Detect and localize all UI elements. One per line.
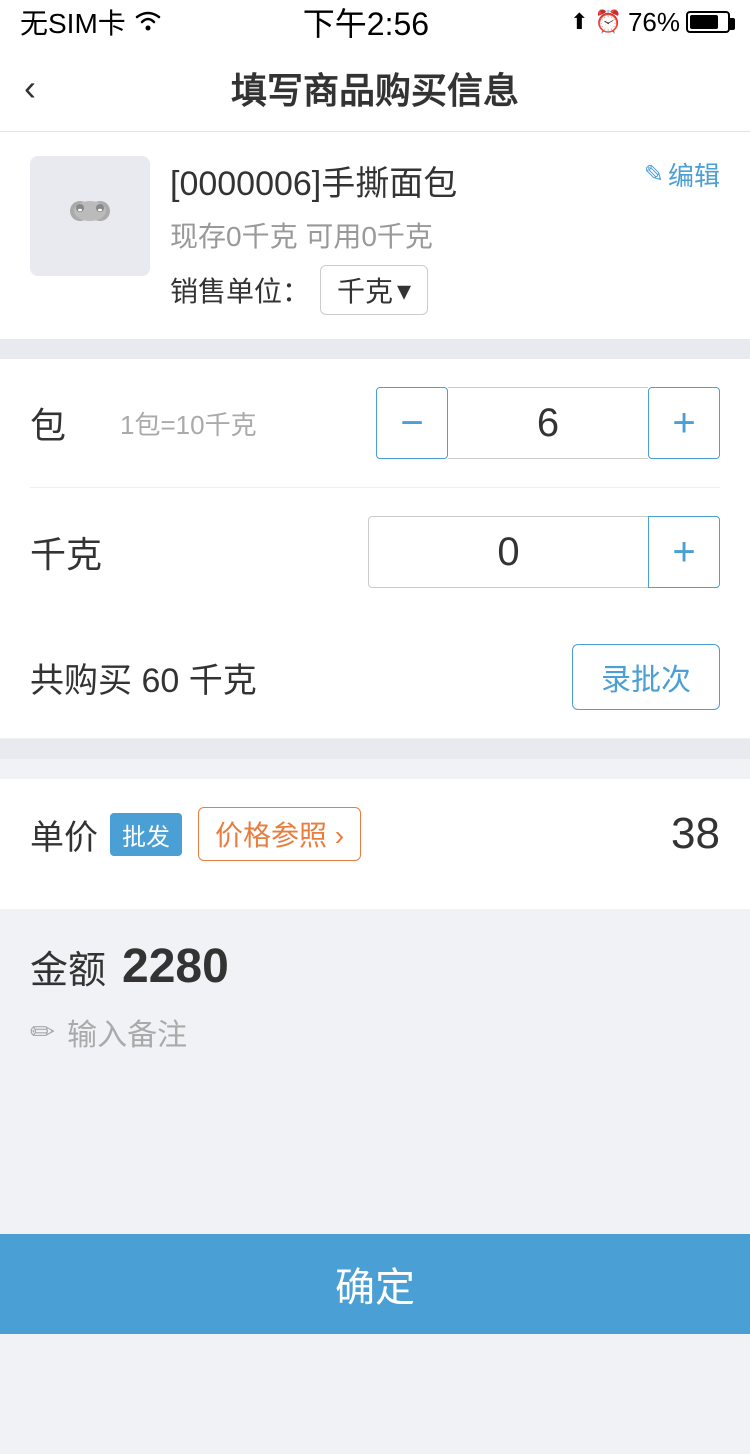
package-controls: − + (376, 387, 720, 459)
status-indicators: ⬆ ⏰ 76% (570, 7, 730, 38)
amount-section: 金额 2280 ✏ 输入备注 (0, 909, 750, 1054)
kilogram-row: 千克 + (30, 488, 720, 616)
amount-label: 金额 (30, 939, 106, 994)
status-carrier: 无SIM卡 (20, 2, 162, 42)
back-button[interactable]: ‹ (24, 67, 36, 109)
product-name: [0000006]手撕面包 (170, 156, 457, 205)
package-quantity-input[interactable] (448, 387, 648, 459)
unit-label: 销售单位： (170, 270, 310, 310)
price-row: 单价 批发 价格参照 › 38 (30, 807, 720, 861)
kilogram-plus-button[interactable]: + (648, 516, 720, 588)
page-title: 填写商品购买信息 (231, 62, 519, 114)
nav-bar: ‹ 填写商品购买信息 (0, 44, 750, 132)
wifi-icon (134, 6, 162, 38)
alarm-icon: ⏰ (595, 9, 622, 35)
amount-value: 2280 (122, 939, 229, 994)
price-section: 单价 批发 价格参照 › 38 (0, 779, 750, 909)
summary-section: 共购买 60 千克 录批次 (0, 616, 750, 739)
edit-button[interactable]: ✎ 编辑 (644, 156, 720, 193)
section-divider-2 (0, 739, 750, 759)
product-stock: 现存0千克 可用0千克 (170, 215, 720, 255)
price-type-tag: 批发 (110, 813, 182, 856)
unit-value: 千克 (337, 270, 393, 310)
pencil-icon: ✏ (30, 1015, 55, 1050)
input-section: 包 1包=10千克 − + 千克 + (0, 359, 750, 616)
edit-icon: ✎ (644, 160, 664, 189)
product-card: [0000006]手撕面包 ✎ 编辑 现存0千克 可用0千克 销售单位： 千克 … (0, 132, 750, 339)
kilogram-controls: + (368, 516, 720, 588)
batch-button[interactable]: 录批次 (572, 644, 720, 710)
battery-icon (686, 11, 730, 33)
status-time: 下午2:56 (303, 0, 429, 45)
remark-placeholder: 输入备注 (67, 1010, 187, 1054)
package-plus-button[interactable]: + (648, 387, 720, 459)
remark-row[interactable]: ✏ 输入备注 (30, 1010, 720, 1054)
package-label: 包 (30, 397, 110, 449)
battery-text: 76% (628, 7, 680, 38)
status-bar: 无SIM卡 下午2:56 ⬆ ⏰ 76% (0, 0, 750, 44)
product-info: [0000006]手撕面包 ✎ 编辑 现存0千克 可用0千克 销售单位： 千克 … (170, 156, 720, 315)
summary-text: 共购买 60 千克 (30, 653, 257, 702)
price-ref-button[interactable]: 价格参照 › (198, 807, 361, 861)
package-sub-label: 1包=10千克 (120, 405, 376, 442)
edit-label: 编辑 (668, 156, 720, 193)
product-unit-row: 销售单位： 千克 ▾ (170, 265, 720, 315)
kilogram-label: 千克 (30, 526, 110, 578)
kilogram-quantity-input[interactable] (368, 516, 648, 588)
section-divider-1 (0, 339, 750, 359)
location-icon: ⬆ (570, 9, 588, 35)
amount-row: 金额 2280 (30, 939, 720, 994)
price-value: 38 (671, 809, 720, 859)
package-row: 包 1包=10千克 − + (30, 359, 720, 488)
product-image (30, 156, 150, 276)
package-minus-button[interactable]: − (376, 387, 448, 459)
confirm-button[interactable]: 确定 (0, 1234, 750, 1334)
unit-select[interactable]: 千克 ▾ (320, 265, 428, 315)
chevron-down-icon: ▾ (397, 274, 411, 307)
price-label: 单价 (30, 810, 98, 859)
carrier-text: 无SIM卡 (20, 2, 126, 42)
